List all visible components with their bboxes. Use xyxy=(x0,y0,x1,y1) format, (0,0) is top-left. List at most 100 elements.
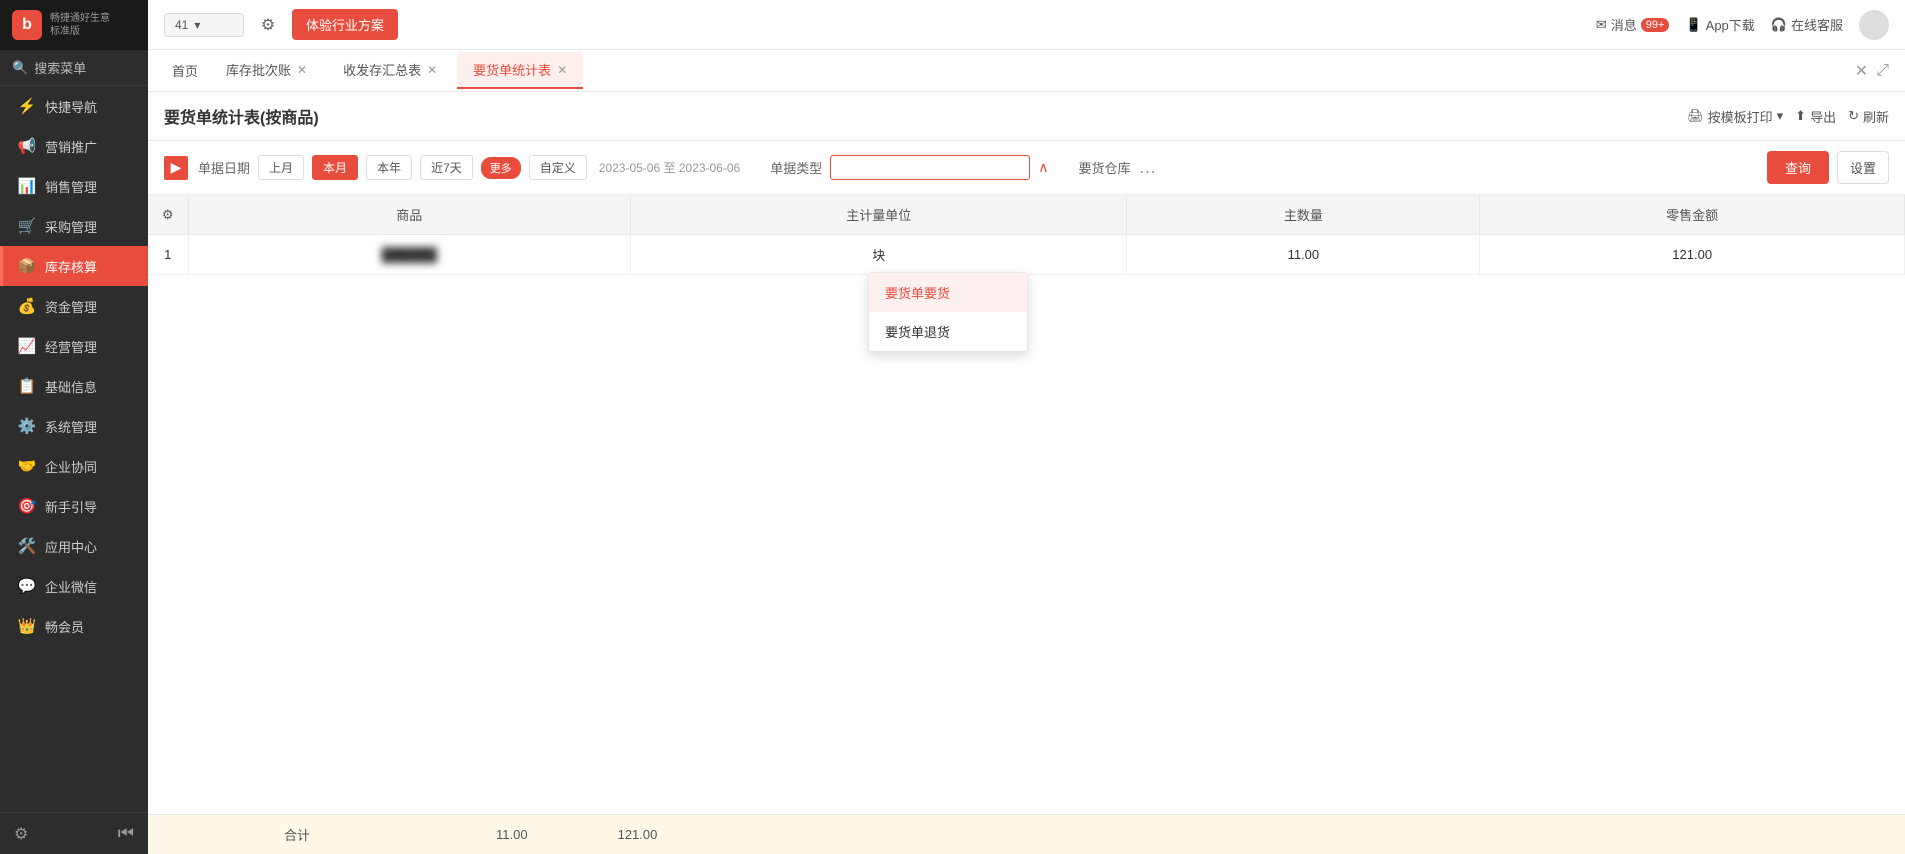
export-label: 导出 xyxy=(1810,107,1836,126)
sidebar-collapse-btn[interactable]: ⏮ xyxy=(118,823,134,844)
warehouse-more-icon[interactable]: … xyxy=(1138,157,1156,178)
tab-label: 库存批次账 xyxy=(226,60,291,79)
gear-icon: ⚙ xyxy=(261,15,275,35)
sidebar-item-shortcut[interactable]: ⚡ 快捷导航 xyxy=(0,86,148,126)
sidebar-item-finance[interactable]: 💰 资金管理 xyxy=(0,286,148,326)
message-badge: 99+ xyxy=(1641,18,1670,32)
sidebar-item-marketing[interactable]: 📢 营销推广 xyxy=(0,126,148,166)
window-expand-icon[interactable]: ⤢ xyxy=(1876,62,1889,80)
message-icon: ✉ xyxy=(1596,17,1607,33)
refresh-icon: ↻ xyxy=(1848,108,1859,124)
sidebar-item-label: 应用中心 xyxy=(45,537,97,556)
sidebar-item-system[interactable]: ⚙️ 系统管理 xyxy=(0,406,148,446)
query-btn[interactable]: 查询 xyxy=(1767,151,1829,184)
tab-close-btn[interactable]: ✕ xyxy=(427,63,437,77)
tab-close-btn[interactable]: ✕ xyxy=(557,63,567,77)
type-filter-arrow[interactable]: ∧ xyxy=(1038,159,1048,176)
warehouse-filter-section: 要货仓库 … xyxy=(1078,157,1156,178)
footer-amount: 121.00 xyxy=(618,827,658,842)
type-filter-label: 单据类型 xyxy=(770,158,822,177)
logo-text: 畅捷通好生意 标准版 xyxy=(50,12,110,38)
col-amount: 零售金额 xyxy=(1480,195,1905,235)
topbar: 41 ▾ ⚙ 体验行业方案 ✉ 消息 99+ 📱 App下载 🎧 在线客服 xyxy=(148,0,1905,50)
logo-icon: b xyxy=(12,10,42,40)
sidebar-item-label: 库存核算 xyxy=(45,257,97,276)
cell-quantity: 11.00 xyxy=(1127,235,1480,275)
tab-selector[interactable]: 41 ▾ xyxy=(164,13,244,37)
custom-btn[interactable]: 自定义 xyxy=(529,155,587,180)
sidebar-item-label: 系统管理 xyxy=(45,417,97,436)
sidebar-item-label: 销售管理 xyxy=(45,177,97,196)
sidebar-item-basic[interactable]: 📋 基础信息 xyxy=(0,366,148,406)
sidebar-item-label: 资金管理 xyxy=(45,297,97,316)
sidebar-search[interactable]: 🔍 搜索菜单 xyxy=(0,50,148,86)
print-btn[interactable]: 🖨 按模板打印 ▾ xyxy=(1687,107,1783,126)
filter-bar: ▶ 单据日期 上月 本月 本年 近7天 更多 自定义 2023-05-06 至 … xyxy=(148,141,1905,195)
refresh-btn[interactable]: ↻ 刷新 xyxy=(1848,107,1889,126)
col-product: 商品 xyxy=(188,195,631,235)
tab-order-stats[interactable]: 要货单统计表 ✕ xyxy=(457,52,583,89)
sidebar-item-enterprise[interactable]: 🤝 企业协同 xyxy=(0,446,148,486)
enterprise-icon: 🤝 xyxy=(17,456,37,476)
settings-icon[interactable]: ⚙ xyxy=(14,824,28,844)
online-service-label: 在线客服 xyxy=(1791,15,1843,34)
window-close-icon[interactable]: ✕ xyxy=(1855,61,1868,81)
sidebar-item-guide[interactable]: 🎯 新手引导 xyxy=(0,486,148,526)
page-actions: 🖨 按模板打印 ▾ ⬆ 导出 ↻ 刷新 xyxy=(1687,107,1889,126)
online-service-btn[interactable]: 🎧 在线客服 xyxy=(1771,15,1843,34)
settings-filter-btn[interactable]: 设置 xyxy=(1837,151,1889,184)
sales-icon: 📊 xyxy=(17,176,37,196)
type-filter-input[interactable] xyxy=(830,155,1030,180)
sidebar-item-label: 基础信息 xyxy=(45,377,97,396)
col-settings[interactable]: ⚙ xyxy=(148,195,188,235)
tab-home[interactable]: 首页 xyxy=(164,53,206,88)
operation-icon: 📈 xyxy=(17,336,37,356)
tab-close-btn[interactable]: ✕ xyxy=(297,63,307,77)
sidebar-item-inventory[interactable]: 📦 库存核算 xyxy=(0,246,148,286)
date-range-text: 2023-05-06 至 2023-06-06 xyxy=(599,159,740,176)
table-footer: 合计 11.00 121.00 xyxy=(148,814,1905,854)
trial-btn[interactable]: 体验行业方案 xyxy=(292,9,398,40)
sidebar-item-operation[interactable]: 📈 经营管理 xyxy=(0,326,148,366)
cell-unit: 块 xyxy=(631,235,1127,275)
app-download-btn[interactable]: 📱 App下载 xyxy=(1685,15,1754,34)
sidebar-item-label: 营销推广 xyxy=(45,137,97,156)
sidebar-item-sales[interactable]: 📊 销售管理 xyxy=(0,166,148,206)
inventory-icon: 📦 xyxy=(17,256,37,276)
topbar-left: 41 ▾ ⚙ 体验行业方案 xyxy=(164,9,398,40)
topbar-settings-btn[interactable]: ⚙ xyxy=(254,11,282,39)
this-month-btn[interactable]: 本月 xyxy=(312,155,358,180)
export-btn[interactable]: ⬆ 导出 xyxy=(1795,107,1836,126)
tab-inventory-batch[interactable]: 库存批次账 ✕ xyxy=(210,52,323,89)
search-icon: 🔍 xyxy=(12,60,28,76)
this-year-btn[interactable]: 本年 xyxy=(366,155,412,180)
sidebar-item-appstore[interactable]: 🛠️ 应用中心 xyxy=(0,526,148,566)
type-filter-section: 单据类型 ∧ xyxy=(770,155,1048,180)
system-icon: ⚙️ xyxy=(17,416,37,436)
sidebar-bottom: ⚙ ⏮ xyxy=(0,812,148,854)
weixin-icon: 💬 xyxy=(17,576,37,596)
filter-expand-btn[interactable]: ▶ xyxy=(164,156,188,180)
page-header: 要货单统计表(按商品) 🖨 按模板打印 ▾ ⬆ 导出 ↻ 刷新 xyxy=(148,92,1905,141)
sidebar-nav: ⚡ 快捷导航 📢 营销推广 📊 销售管理 🛒 采购管理 📦 库存核算 💰 资金管… xyxy=(0,86,148,812)
tab-receipt-summary[interactable]: 收发存汇总表 ✕ xyxy=(327,52,453,89)
more-btn[interactable]: 更多 xyxy=(481,157,521,179)
sidebar-item-member[interactable]: 👑 畅会员 xyxy=(0,606,148,646)
sidebar-item-label: 采购管理 xyxy=(45,217,97,236)
tab-label: 要货单统计表 xyxy=(473,60,551,79)
dropdown-item-order-goods[interactable]: 要货单要货 xyxy=(869,273,1027,312)
last-month-btn[interactable]: 上月 xyxy=(258,155,304,180)
sidebar-item-label: 企业微信 xyxy=(45,577,97,596)
basic-icon: 📋 xyxy=(17,376,37,396)
sidebar-item-purchase[interactable]: 🛒 采购管理 xyxy=(0,206,148,246)
last7days-btn[interactable]: 近7天 xyxy=(420,155,473,180)
message-btn[interactable]: ✉ 消息 99+ xyxy=(1596,15,1670,34)
user-avatar[interactable] xyxy=(1859,10,1889,40)
type-dropdown-menu: 要货单要货 要货单退货 xyxy=(868,272,1028,352)
sidebar-item-label: 新手引导 xyxy=(45,497,97,516)
sidebar-item-label: 经营管理 xyxy=(45,337,97,356)
sidebar-item-weixin[interactable]: 💬 企业微信 xyxy=(0,566,148,606)
table-row: 1 ██████ 块 11.00 121.00 xyxy=(148,235,1905,275)
date-filter-section: 单据日期 上月 本月 本年 近7天 更多 自定义 2023-05-06 至 20… xyxy=(198,155,740,180)
dropdown-item-order-return[interactable]: 要货单退货 xyxy=(869,312,1027,351)
